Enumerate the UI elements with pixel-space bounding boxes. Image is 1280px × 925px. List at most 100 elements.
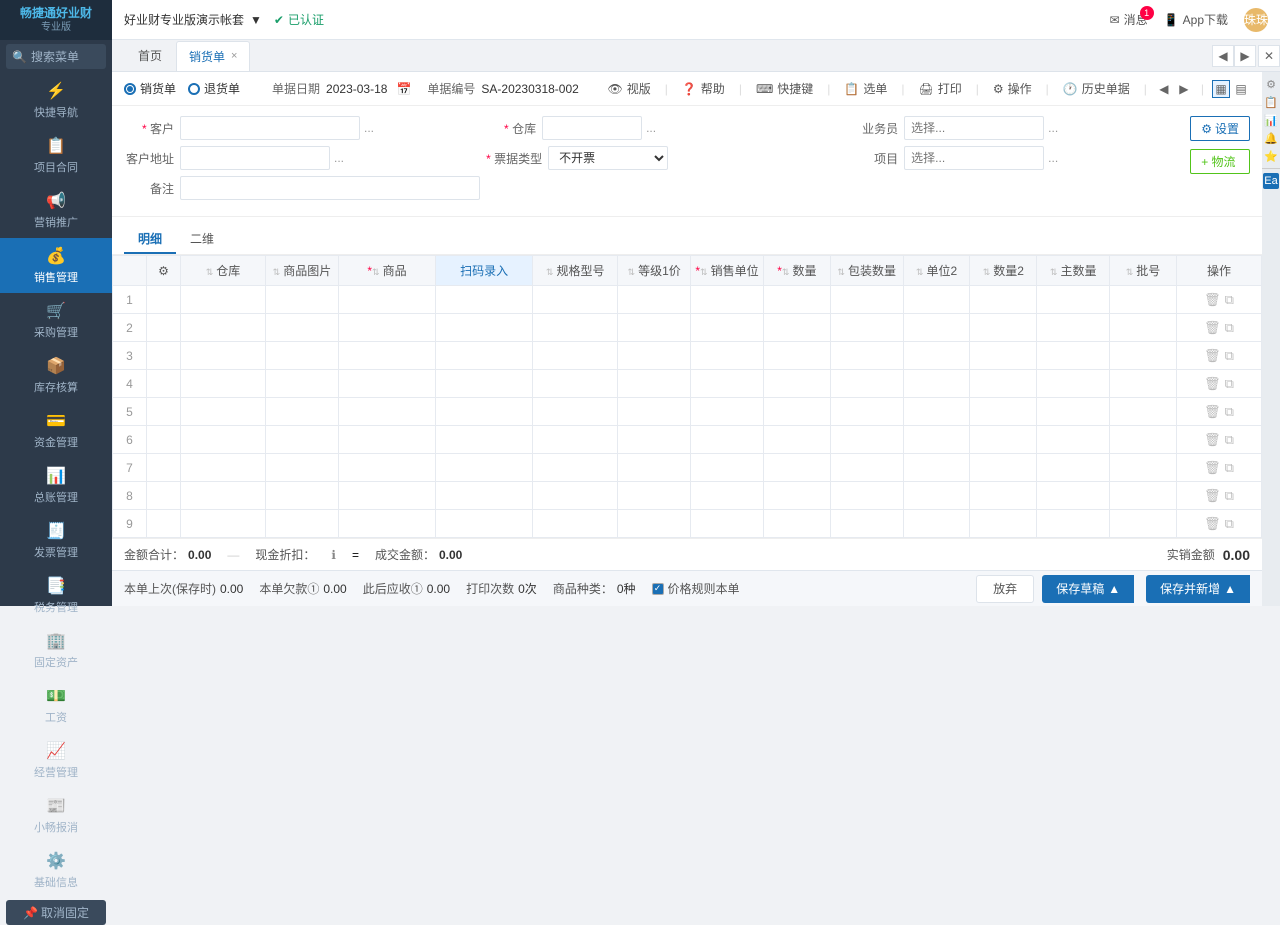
price-check[interactable]: 价格规则本单 [652,580,740,597]
row-unit[interactable] [691,426,764,454]
row-qty[interactable] [763,510,830,538]
select-button[interactable]: 📋 选单 [838,78,893,99]
save-draft-button[interactable]: 保存草稿 ▲ [1042,575,1134,603]
sidebar-item-nav[interactable]: ⚡ 快捷导航 [0,73,112,128]
sidebar-item-report[interactable]: 📰 小畅报消 [0,788,112,843]
row-qty[interactable] [763,426,830,454]
row-batch-input[interactable] [436,370,533,398]
sidebar-item-salary[interactable]: 💵 工资 [0,678,112,733]
rt-btn-active[interactable]: Ea [1263,173,1279,189]
customer-dots[interactable]: ... [364,121,374,135]
row-batch-input[interactable] [436,342,533,370]
row-warehouse[interactable] [181,398,266,426]
copy-icon[interactable]: ⧉ [1225,488,1234,504]
radio-sale[interactable]: 销货单 [124,80,176,97]
row-goods[interactable] [338,342,435,370]
row-goods[interactable] [338,454,435,482]
print-button[interactable]: 🖨 打印 [913,78,968,99]
operate-button[interactable]: ⚙ 操作 [987,78,1038,99]
row-warehouse[interactable] [181,370,266,398]
copy-icon[interactable]: ⧉ [1225,292,1234,308]
price-check-box[interactable] [652,583,664,595]
delete-icon[interactable]: 🗑 [1204,516,1221,532]
sidebar-item-basic[interactable]: ⚙️ 基础信息 [0,843,112,898]
delete-icon[interactable]: 🗑 [1204,432,1221,448]
copy-icon[interactable]: ⧉ [1225,460,1234,476]
row-warehouse[interactable] [181,426,266,454]
abandon-button[interactable]: 放弃 [976,575,1034,603]
project-input[interactable] [904,146,1044,170]
row-unit[interactable] [691,510,764,538]
rt-btn-3[interactable]: 📊 [1263,112,1279,128]
row-goods[interactable] [338,286,435,314]
history-button[interactable]: 🕐 历史单据 [1057,78,1136,99]
address-dots[interactable]: ... [334,151,344,165]
row-goods[interactable] [338,482,435,510]
sidebar-item-marketing[interactable]: 📢 营销推广 [0,183,112,238]
remark-input[interactable] [180,176,480,200]
row-qty[interactable] [763,370,830,398]
tab-detail[interactable]: 明细 [124,225,176,254]
row-qty[interactable] [763,482,830,510]
invoice-select[interactable]: 不开票 [548,146,668,170]
tab-prev-button[interactable]: ◀ [1212,45,1234,67]
doc-next-button[interactable]: ▶ [1175,80,1193,98]
tab-close-button[interactable]: × [231,50,237,62]
row-qty[interactable] [763,398,830,426]
warehouse-input[interactable]: 小宝仓库 [542,116,642,140]
row-qty[interactable] [763,286,830,314]
doc-prev-button[interactable]: ◀ [1155,80,1173,98]
shortcut-button[interactable]: ⌨ 快捷键 [750,78,819,99]
warehouse-dots[interactable]: ... [646,121,656,135]
grid1-button[interactable]: ▦ [1212,80,1230,98]
delete-icon[interactable]: 🗑 [1204,348,1221,364]
app-download-button[interactable]: 📱 App下载 [1164,11,1228,28]
rt-btn-2[interactable]: 📋 [1263,94,1279,110]
copy-icon[interactable]: ⧉ [1225,320,1234,336]
tab-next-button[interactable]: ▶ [1234,45,1256,67]
save-new-button[interactable]: 保存并新增 ▲ [1146,575,1250,603]
sidebar-item-invoice[interactable]: 🧾 发票管理 [0,513,112,568]
set-button[interactable]: ⚙ 设置 [1190,116,1250,141]
delete-icon[interactable]: 🗑 [1204,460,1221,476]
row-qty[interactable] [763,314,830,342]
row-batch-input[interactable] [436,398,533,426]
delete-icon[interactable]: 🗑 [1204,292,1221,308]
sidebar-item-finance[interactable]: 💳 资金管理 [0,403,112,458]
copy-icon[interactable]: ⧉ [1225,432,1234,448]
row-qty[interactable] [763,454,830,482]
sidebar-item-sales[interactable]: 💰 销售管理 [0,238,112,293]
sidebar-item-project[interactable]: 📋 项目合同 [0,128,112,183]
add-logistics-button[interactable]: + 物流 [1190,149,1250,174]
calendar-icon[interactable]: 📅 [396,82,411,96]
copy-icon[interactable]: ⧉ [1225,348,1234,364]
sidebar-item-purchase[interactable]: 🛒 采购管理 [0,293,112,348]
row-batch-input[interactable] [436,286,533,314]
grid2-button[interactable]: ▤ [1232,80,1250,98]
customer-input[interactable] [180,116,360,140]
delete-icon[interactable]: 🗑 [1204,488,1221,504]
address-input[interactable] [180,146,330,170]
tab-home[interactable]: 首页 [124,41,176,70]
row-goods[interactable] [338,510,435,538]
row-batch-input[interactable] [436,510,533,538]
th-batch-input[interactable]: 扫码录入 [436,256,533,286]
rt-btn-4[interactable]: 🔔 [1263,130,1279,146]
copy-icon[interactable]: ⧉ [1225,516,1234,532]
row-batch-input[interactable] [436,426,533,454]
company-selector[interactable]: 好业财专业版演示帐套 ▼ [124,11,262,28]
help-button[interactable]: ❓ 帮助 [676,78,731,99]
sidebar-item-management[interactable]: 📈 经营管理 [0,733,112,788]
delete-icon[interactable]: 🗑 [1204,320,1221,336]
sidebar-item-tax[interactable]: 📑 税务管理 [0,568,112,623]
row-goods[interactable] [338,398,435,426]
doc-date-value[interactable]: 2023-03-18 [326,82,387,96]
row-warehouse[interactable] [181,314,266,342]
rt-btn-1[interactable]: ⚙ [1263,76,1279,92]
tab-2d[interactable]: 二维 [176,225,228,254]
row-unit[interactable] [691,454,764,482]
sidebar-item-assets[interactable]: 🏢 固定资产 [0,623,112,678]
row-unit[interactable] [691,370,764,398]
row-warehouse[interactable] [181,510,266,538]
row-goods[interactable] [338,426,435,454]
